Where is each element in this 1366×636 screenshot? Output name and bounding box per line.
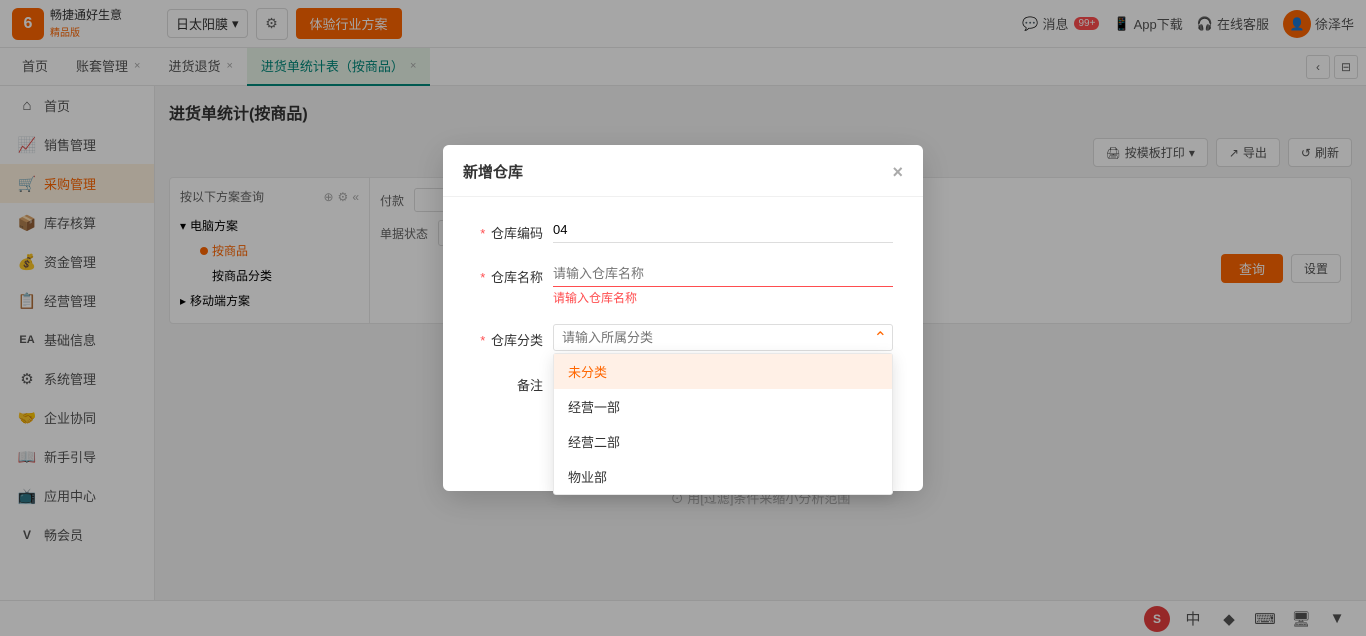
code-label: * 仓库编码 <box>473 217 553 242</box>
dialog-title: 新增仓库 <box>463 161 523 182</box>
category-field: ⌃ 未分类 经营一部 经营二部 物业部 <box>553 324 893 351</box>
form-row-name: * 仓库名称 请输入仓库名称 <box>473 261 893 306</box>
code-input[interactable] <box>553 217 893 243</box>
dialog-header: 新增仓库 × <box>443 145 923 197</box>
notes-label: 备注 <box>473 369 553 394</box>
form-row-category: * 仓库分类 ⌃ 未分类 经营一部 经营二部 物业部 <box>473 324 893 351</box>
name-error-msg: 请输入仓库名称 <box>553 289 893 306</box>
code-field <box>553 217 893 243</box>
dropdown-item-dept1[interactable]: 经营一部 <box>554 389 892 424</box>
dropdown-item-uncategorized[interactable]: 未分类 <box>554 354 892 389</box>
category-input[interactable] <box>553 324 893 351</box>
name-label: * 仓库名称 <box>473 261 553 286</box>
category-dropdown-list: 未分类 经营一部 经营二部 物业部 <box>553 353 893 495</box>
dialog-close-button[interactable]: × <box>892 163 903 181</box>
name-field: 请输入仓库名称 <box>553 261 893 306</box>
add-warehouse-dialog: 新增仓库 × * 仓库编码 * 仓库名称 <box>443 145 923 491</box>
name-input[interactable] <box>553 261 893 287</box>
dropdown-item-dept2[interactable]: 经营二部 <box>554 424 892 459</box>
modal-overlay: 新增仓库 × * 仓库编码 * 仓库名称 <box>0 0 1366 636</box>
category-label: * 仓库分类 <box>473 324 553 349</box>
dialog-body: * 仓库编码 * 仓库名称 请输入仓库名称 <box>443 197 923 423</box>
form-row-code: * 仓库编码 <box>473 217 893 243</box>
dropdown-item-dept3[interactable]: 物业部 <box>554 459 892 494</box>
